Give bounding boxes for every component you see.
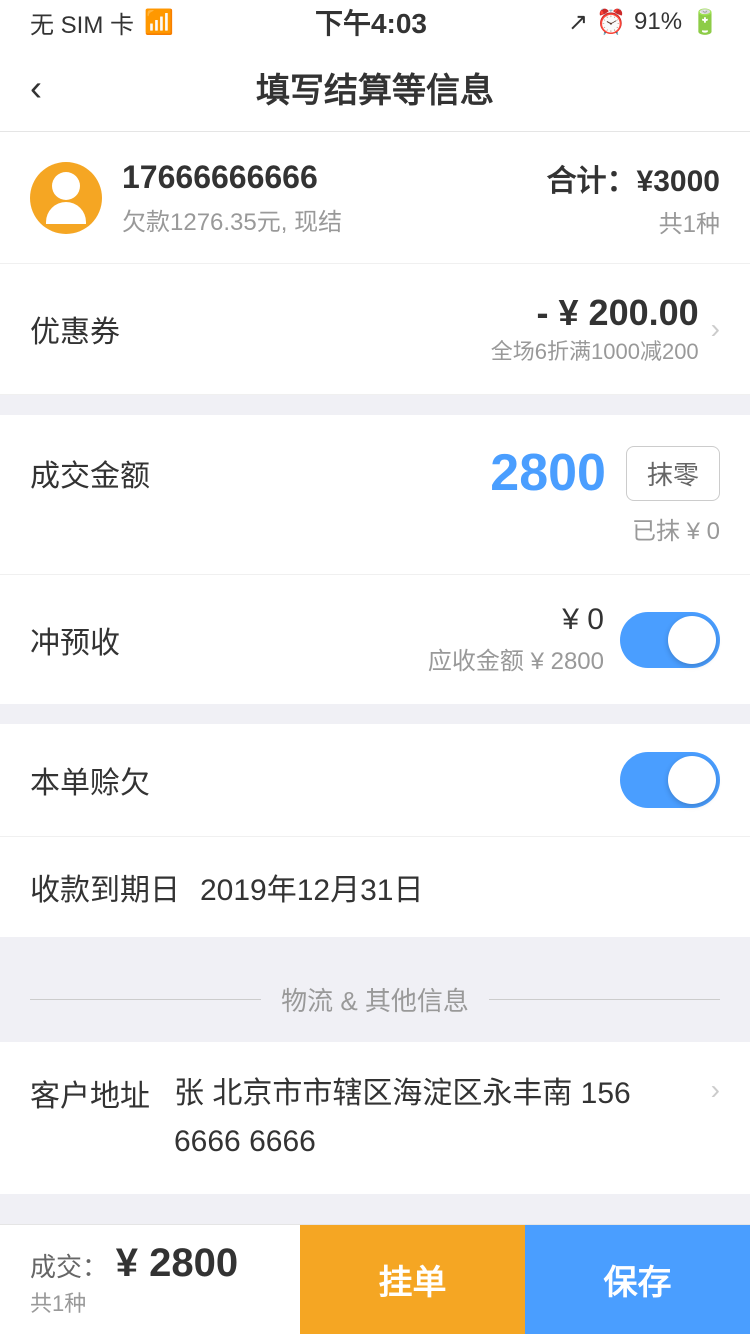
logistics-text: 物流 & 其他信息 bbox=[281, 981, 469, 1018]
coupon-label: 优惠券 bbox=[30, 307, 120, 351]
footer-amount-row: 成交： ¥ 2800 bbox=[30, 1241, 270, 1286]
divider-line-right bbox=[489, 999, 720, 1000]
amount-label: 成交金额 bbox=[30, 451, 150, 495]
status-left: 无 SIM 卡 📶 bbox=[30, 5, 174, 40]
status-time: 下午4:03 bbox=[315, 2, 427, 42]
footer-count: 共1种 bbox=[30, 1286, 270, 1318]
section-gap-1 bbox=[0, 395, 750, 415]
divider-line-left bbox=[30, 999, 261, 1000]
prepay-section: 冲预收 ¥ 0 应收金额 ¥ 2800 bbox=[0, 574, 750, 704]
total-amount: 合计：¥3000 bbox=[547, 156, 720, 200]
logistics-divider: 物流 & 其他信息 bbox=[0, 957, 750, 1042]
address-label: 客户地址 bbox=[30, 1070, 150, 1119]
avatar-torso-shape bbox=[46, 202, 86, 224]
page-title: 填写结算等信息 bbox=[256, 63, 494, 112]
coupon-amount: - ¥ 200.00 bbox=[491, 292, 699, 334]
section-gap-3 bbox=[0, 937, 750, 957]
prepay-values: ¥ 0 应收金额 ¥ 2800 bbox=[428, 603, 604, 676]
bad-debt-toggle-knob bbox=[668, 756, 716, 804]
avatar-head-shape bbox=[52, 172, 80, 200]
avatar bbox=[30, 162, 102, 234]
coupon-right: - ¥ 200.00 全场6折满1000减200 › bbox=[491, 292, 720, 366]
footer-amount: ¥ 2800 bbox=[116, 1241, 238, 1285]
save-button[interactable]: 保存 bbox=[525, 1225, 750, 1334]
bad-debt-section: 本单赊欠 bbox=[0, 724, 750, 836]
prepay-toggle[interactable] bbox=[620, 612, 720, 668]
round-button[interactable]: 抹零 bbox=[626, 446, 720, 501]
total-count: 共1种 bbox=[547, 204, 720, 239]
prepay-row: 冲预收 ¥ 0 应收金额 ¥ 2800 bbox=[30, 603, 720, 676]
alarm-icon: ⏰ bbox=[596, 8, 626, 37]
prepay-label: 冲预收 bbox=[30, 618, 120, 662]
toggle-knob bbox=[668, 616, 716, 664]
location-icon: ↗ bbox=[568, 8, 588, 37]
prepay-value: ¥ 0 bbox=[428, 603, 604, 637]
back-button[interactable]: ‹ bbox=[30, 57, 62, 119]
customer-phone: 17666666666 bbox=[122, 159, 342, 196]
status-bar: 无 SIM 卡 📶 下午4:03 ↗ ⏰ 91% 🔋 bbox=[0, 0, 750, 44]
status-right: ↗ ⏰ 91% 🔋 bbox=[568, 8, 720, 37]
carrier-text: 无 SIM 卡 bbox=[30, 5, 134, 40]
amount-sub: 已抹 ¥ 0 bbox=[30, 511, 720, 546]
customer-details: 17666666666 欠款1276.35元, 现结 bbox=[122, 159, 342, 237]
customer-right: 合计：¥3000 共1种 bbox=[547, 156, 720, 239]
section-gap-2 bbox=[0, 704, 750, 724]
due-date-row: 收款到期日 2019年12月31日 bbox=[30, 865, 720, 909]
customer-card: 17666666666 欠款1276.35元, 现结 合计：¥3000 共1种 … bbox=[0, 132, 750, 395]
due-date-section: 收款到期日 2019年12月31日 bbox=[0, 836, 750, 937]
amount-row: 成交金额 2800 抹零 bbox=[30, 443, 720, 503]
amount-right: 2800 抹零 bbox=[490, 443, 720, 503]
address-value: 张 北京市市辖区海淀区永丰南 156 6666 6666 bbox=[174, 1070, 703, 1166]
wifi-icon: 📶 bbox=[144, 8, 174, 37]
amount-value: 2800 bbox=[490, 443, 606, 503]
address-chevron-icon: › bbox=[711, 1070, 720, 1106]
due-date-label: 收款到期日 bbox=[30, 865, 180, 909]
customer-left: 17666666666 欠款1276.35元, 现结 bbox=[30, 159, 342, 237]
bad-debt-toggle[interactable] bbox=[620, 752, 720, 808]
coupon-info: - ¥ 200.00 全场6折满1000减200 bbox=[491, 292, 699, 366]
battery-text: 91% bbox=[634, 8, 682, 36]
footer-left: 成交： ¥ 2800 共1种 bbox=[0, 1241, 300, 1318]
prepay-right: ¥ 0 应收金额 ¥ 2800 bbox=[428, 603, 720, 676]
customer-info-row: 17666666666 欠款1276.35元, 现结 合计：¥3000 共1种 bbox=[0, 132, 750, 264]
avatar-body bbox=[46, 172, 86, 224]
footer: 成交： ¥ 2800 共1种 挂单 保存 bbox=[0, 1224, 750, 1334]
coupon-row[interactable]: 优惠券 - ¥ 200.00 全场6折满1000减200 › bbox=[0, 264, 750, 395]
battery-icon: 🔋 bbox=[690, 8, 720, 37]
nav-bar: ‹ 填写结算等信息 bbox=[0, 44, 750, 132]
bad-debt-label: 本单赊欠 bbox=[30, 758, 150, 802]
due-date-value: 2019年12月31日 bbox=[200, 865, 423, 909]
address-section[interactable]: 客户地址 张 北京市市辖区海淀区永丰南 156 6666 6666 › bbox=[0, 1042, 750, 1194]
customer-debt: 欠款1276.35元, 现结 bbox=[122, 202, 342, 237]
hold-button[interactable]: 挂单 bbox=[300, 1225, 525, 1334]
prepay-sub: 应收金额 ¥ 2800 bbox=[428, 641, 604, 676]
coupon-desc: 全场6折满1000减200 bbox=[491, 334, 699, 366]
chevron-right-icon: › bbox=[711, 313, 720, 345]
footer-amount-label: 成交： bbox=[30, 1252, 108, 1282]
amount-section: 成交金额 2800 抹零 已抹 ¥ 0 bbox=[0, 415, 750, 574]
